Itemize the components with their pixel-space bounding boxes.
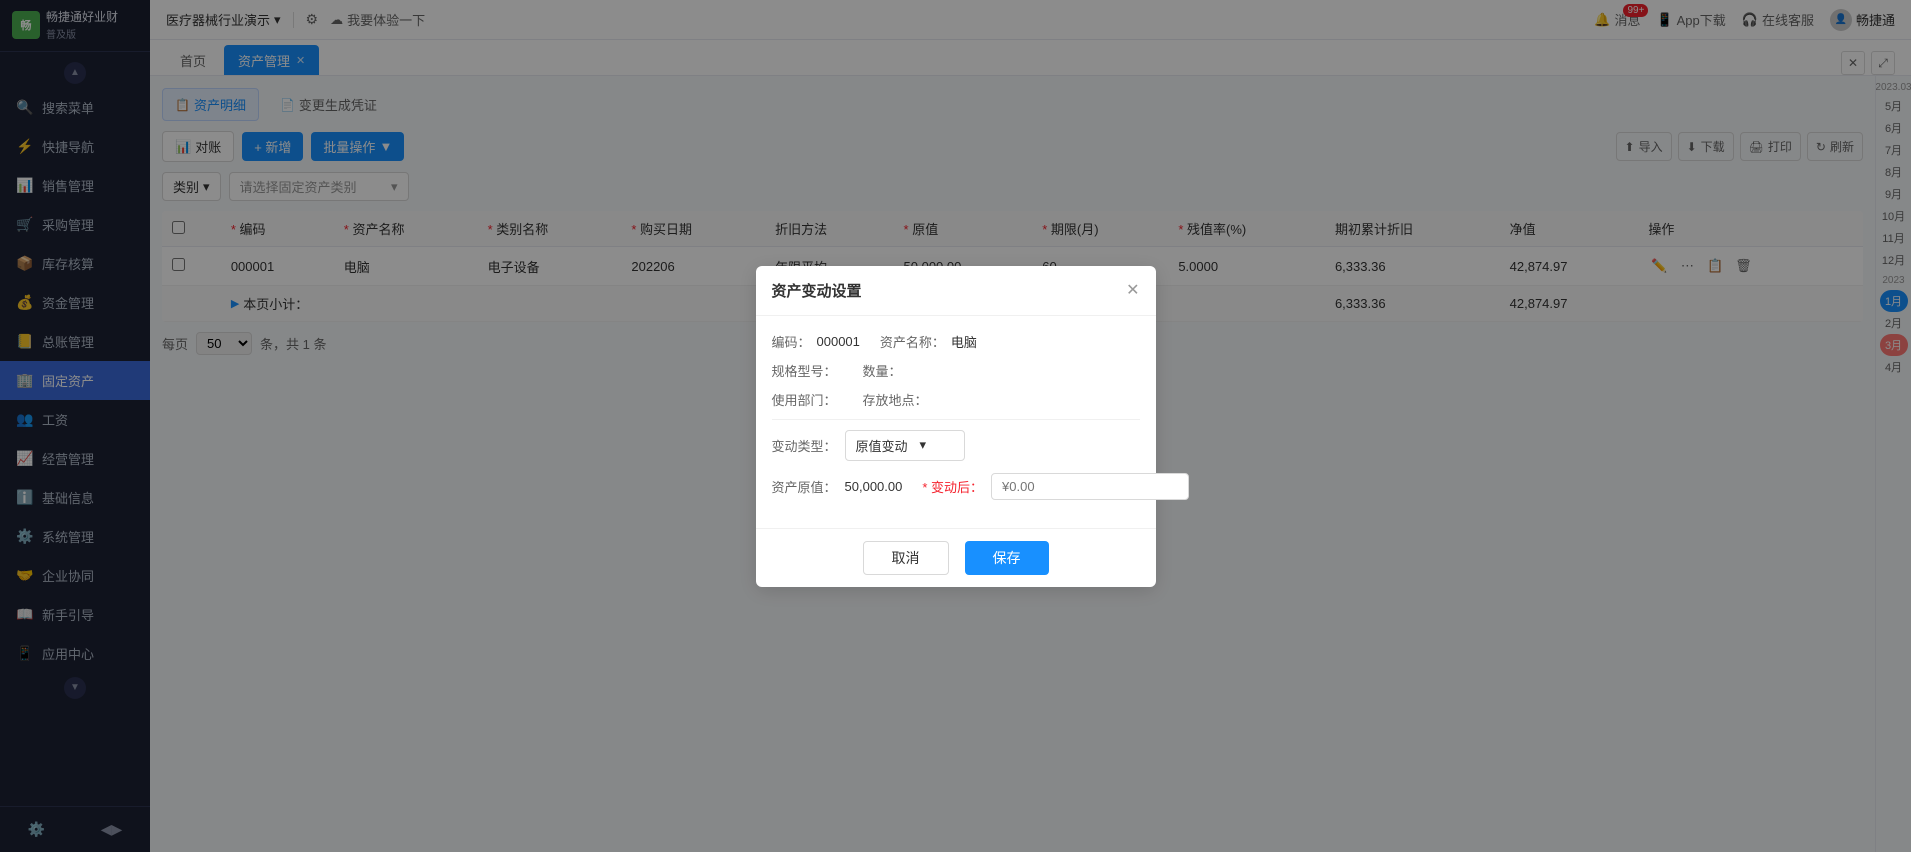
modal-info-row-3: 使用部门： 存放地点： [772,390,1140,409]
code-value: 000001 [817,334,860,349]
original-value-item: 资产原值： 50,000.00 [772,477,903,496]
after-change-label: * 变动后： [922,477,983,496]
modal-title: 资产变动设置 [772,280,862,301]
asset-name-label: 资产名称： [880,332,945,351]
save-button[interactable]: 保存 [965,541,1049,575]
modal-info-row-1: 编码： 000001 资产名称： 电脑 [772,332,1140,351]
modal-body: 编码： 000001 资产名称： 电脑 规格型号： 数量： [756,316,1156,528]
asset-name-value: 电脑 [951,332,977,351]
original-value-display: 50,000.00 [845,479,903,494]
spec-label: 规格型号： [772,361,837,380]
modal-quantity-item: 数量： [863,361,908,380]
change-type-select[interactable]: 原值变动 ▾ [845,430,965,461]
cancel-button[interactable]: 取消 [863,541,949,575]
modal-spec-item: 规格型号： [772,361,843,380]
modal-code-item: 编码： 000001 [772,332,860,351]
change-type-value: 原值变动 [856,436,908,455]
modal-form-row-1: 变动类型： 原值变动 ▾ [772,430,1140,461]
required-icon: * [922,480,931,495]
change-type-arrow-icon: ▾ [920,437,927,453]
after-change-input[interactable] [991,473,1189,500]
quantity-label: 数量： [863,361,902,380]
code-label: 编码： [772,332,811,351]
modal-divider [772,419,1140,420]
modal-overlay[interactable]: 资产变动设置 ✕ 编码： 000001 资产名称： 电脑 规格型号： [0,0,1911,852]
modal-location-item: 存放地点： [863,390,934,409]
modal-dept-item: 使用部门： [772,390,843,409]
modal-name-item: 资产名称： 电脑 [880,332,977,351]
asset-change-modal: 资产变动设置 ✕ 编码： 000001 资产名称： 电脑 规格型号： [756,266,1156,587]
modal-close-btn[interactable]: ✕ [1126,280,1139,300]
location-label: 存放地点： [863,390,928,409]
dept-label: 使用部门： [772,390,837,409]
change-type-label: 变动类型： [772,436,837,455]
after-change-item: * 变动后： [922,473,1189,500]
modal-info-row-2: 规格型号： 数量： [772,361,1140,380]
modal-form-row-2: 资产原值： 50,000.00 * 变动后： [772,473,1140,500]
modal-header: 资产变动设置 ✕ [756,266,1156,316]
original-value-label: 资产原值： [772,477,837,496]
change-type-item: 变动类型： 原值变动 ▾ [772,430,965,461]
modal-footer: 取消 保存 [756,528,1156,587]
